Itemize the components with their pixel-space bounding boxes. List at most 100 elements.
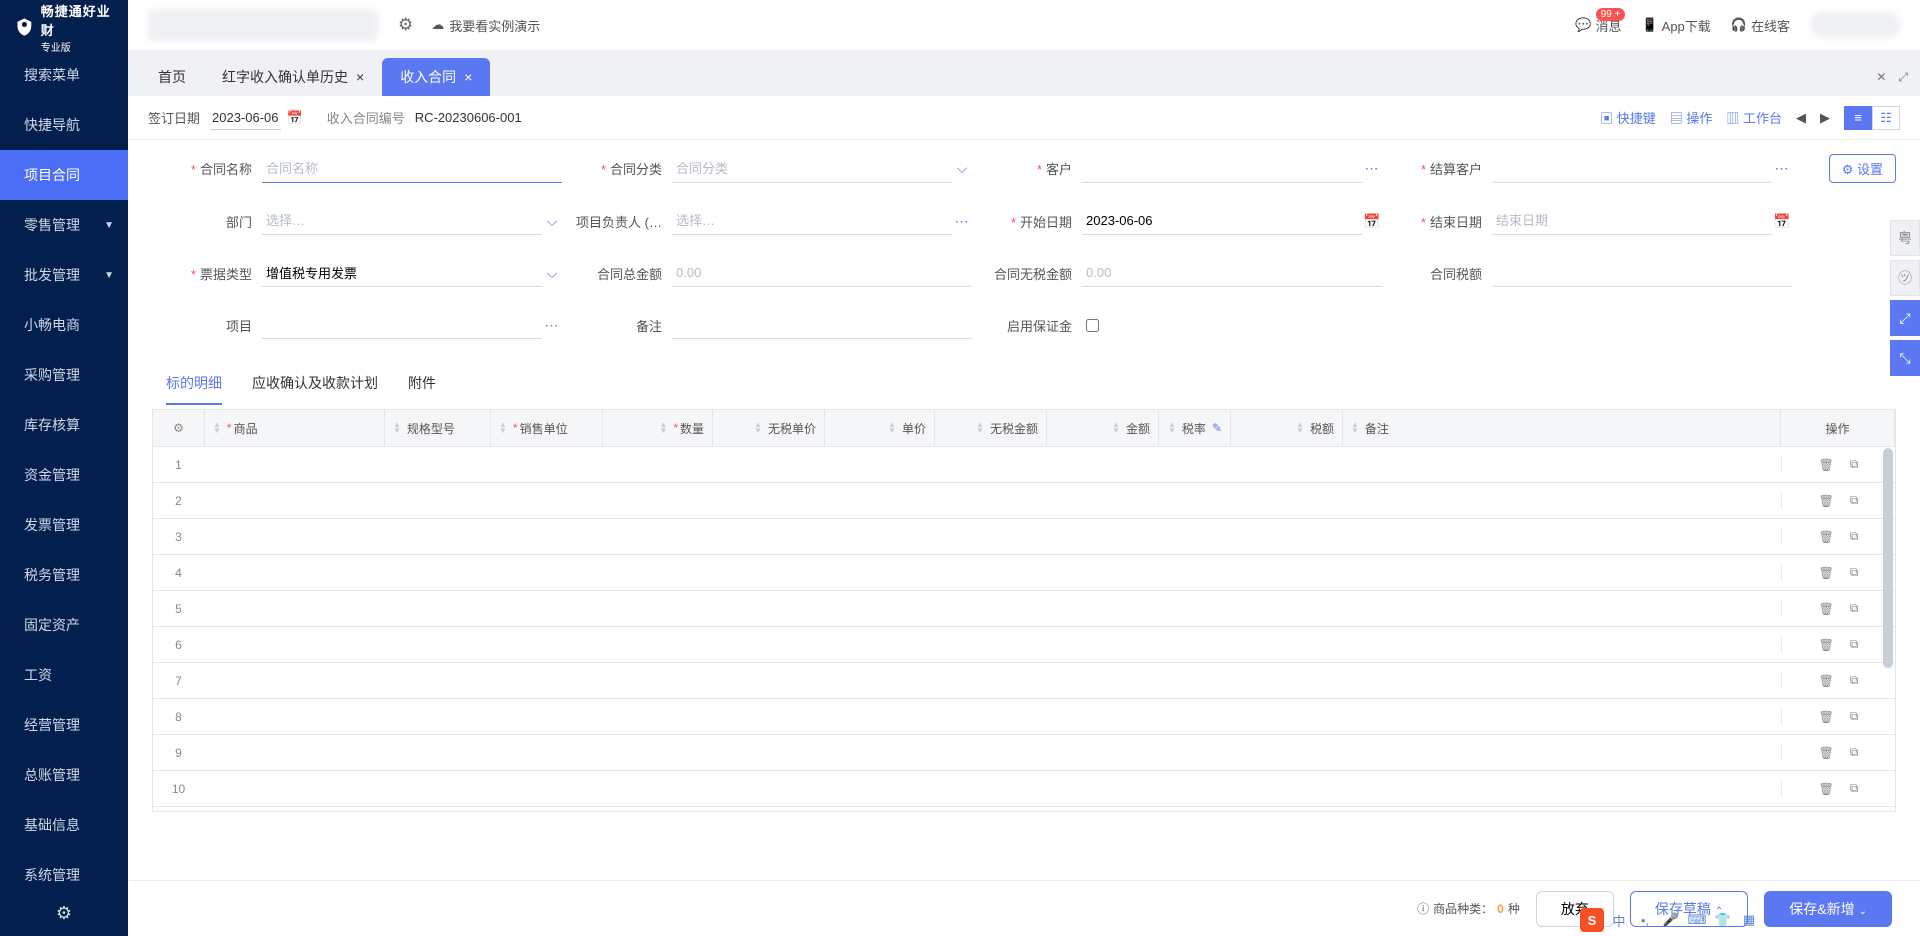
delete-icon[interactable]: 🗑 — [1819, 494, 1834, 508]
delete-icon[interactable]: 🗑 — [1819, 566, 1834, 580]
table-row[interactable]: 6🗑⧉ — [153, 626, 1895, 662]
total-input[interactable] — [672, 259, 972, 287]
workbench-button[interactable]: ▥ 工作台 — [1726, 108, 1782, 127]
table-row[interactable]: 11🗑⧉ — [153, 806, 1895, 811]
table-row[interactable]: 7🗑⧉ — [153, 662, 1895, 698]
sidebar-item-7[interactable]: 库存核算 — [0, 400, 128, 450]
tab-close-all[interactable]: ✕ — [1876, 70, 1886, 84]
sidebar-item-8[interactable]: 资金管理 — [0, 450, 128, 500]
delete-icon[interactable]: 🗑 — [1819, 458, 1834, 472]
sidebar-item-1[interactable]: 快捷导航 — [0, 100, 128, 150]
copy-icon[interactable]: ⧉ — [1850, 745, 1859, 760]
invoice-type-select[interactable] — [262, 259, 542, 287]
contract-name-input[interactable] — [262, 155, 562, 183]
view-list-button[interactable]: ≡ — [1844, 106, 1872, 130]
sidebar-item-2[interactable]: 项目合同 — [0, 150, 128, 200]
sidebar-item-13[interactable]: 经营管理 — [0, 700, 128, 750]
ime-icon[interactable]: ⌨ — [1686, 909, 1708, 931]
delete-icon[interactable]: 🗑 — [1819, 710, 1834, 724]
end-date-input[interactable] — [1492, 207, 1772, 235]
sidebar-item-5[interactable]: 小畅电商 — [0, 300, 128, 350]
tab-2[interactable]: 收入合同× — [382, 58, 490, 96]
delete-icon[interactable]: 🗑 — [1819, 602, 1834, 616]
delete-icon[interactable]: 🗑 — [1819, 674, 1834, 688]
contract-category-select[interactable] — [672, 155, 952, 183]
table-row[interactable]: 10🗑⧉ — [153, 770, 1895, 806]
tab-close-icon[interactable]: × — [464, 69, 472, 85]
calendar-icon[interactable]: 📅 — [287, 110, 303, 126]
sidebar-item-16[interactable]: 系统管理 — [0, 850, 128, 891]
sidebar-item-11[interactable]: 固定资产 — [0, 600, 128, 650]
delete-icon[interactable]: 🗑 — [1819, 638, 1834, 652]
org-selector[interactable] — [148, 9, 378, 41]
shortcut-button[interactable]: ▣ 快捷键 — [1600, 108, 1656, 127]
chevron-down-icon[interactable]: ⌵ — [542, 265, 562, 282]
detail-tab-1[interactable]: 应收确认及收款计划 — [252, 373, 378, 405]
save-new-button[interactable]: 保存&新增⌄ — [1764, 891, 1892, 927]
demo-link[interactable]: ☁ 我要看实例演示 — [431, 16, 540, 35]
tab-fullscreen[interactable]: ⤢ — [1898, 70, 1908, 85]
sidebar-item-0[interactable]: 搜索菜单 — [0, 50, 128, 100]
copy-icon[interactable]: ⧉ — [1850, 529, 1859, 544]
calendar-icon[interactable]: 📅 — [1772, 213, 1792, 230]
dept-select[interactable] — [262, 207, 542, 235]
chevron-down-icon[interactable]: ⌵ — [952, 160, 972, 177]
calendar-icon[interactable]: 📅 — [1362, 213, 1382, 230]
ime-icon[interactable]: ▦ — [1738, 909, 1760, 931]
sidebar-item-4[interactable]: 批发管理▼ — [0, 250, 128, 300]
operate-button[interactable]: ▤ 操作 — [1670, 108, 1713, 127]
more-icon[interactable]: ⋯ — [952, 213, 972, 230]
more-icon[interactable]: ⋯ — [1772, 160, 1792, 177]
grid-gear-icon[interactable]: ⚙ — [153, 410, 205, 446]
service-button[interactable]: 🎧 在线客 — [1731, 16, 1790, 35]
table-row[interactable]: 1🗑⧉ — [153, 446, 1895, 482]
copy-icon[interactable]: ⧉ — [1850, 457, 1859, 472]
table-row[interactable]: 8🗑⧉ — [153, 698, 1895, 734]
copy-icon[interactable]: ⧉ — [1850, 781, 1859, 796]
delete-icon[interactable]: 🗑 — [1819, 782, 1834, 796]
settings-icon[interactable]: ⚙ — [56, 903, 72, 923]
delete-icon[interactable]: 🗑 — [1819, 746, 1834, 760]
rail-btn-1[interactable]: 粤 — [1890, 220, 1920, 256]
table-row[interactable]: 9🗑⧉ — [153, 734, 1895, 770]
deposit-checkbox[interactable] — [1086, 319, 1099, 332]
remark-input[interactable] — [672, 311, 972, 339]
manager-input[interactable] — [672, 207, 952, 235]
sidebar-item-10[interactable]: 税务管理 — [0, 550, 128, 600]
messages-button[interactable]: 💬 消息 99 + — [1575, 16, 1621, 35]
table-row[interactable]: 2🗑⧉ — [153, 482, 1895, 518]
copy-icon[interactable]: ⧉ — [1850, 493, 1859, 508]
copy-icon[interactable]: ⧉ — [1850, 601, 1859, 616]
copy-icon[interactable]: ⧉ — [1850, 709, 1859, 724]
detail-tab-0[interactable]: 标的明细 — [166, 373, 222, 405]
ime-icon[interactable]: 👕 — [1712, 909, 1734, 931]
start-date-input[interactable] — [1082, 207, 1362, 235]
view-grid-button[interactable]: ☷ — [1872, 106, 1900, 130]
copy-icon[interactable]: ⧉ — [1850, 565, 1859, 580]
sidebar-item-14[interactable]: 总账管理 — [0, 750, 128, 800]
sidebar-item-3[interactable]: 零售管理▼ — [0, 200, 128, 250]
more-icon[interactable]: ⋯ — [1362, 160, 1382, 177]
more-icon[interactable]: ⋯ — [542, 317, 562, 334]
nav-next[interactable]: ▶ — [1820, 110, 1830, 126]
nav-prev[interactable]: ◀ — [1796, 110, 1806, 126]
delete-icon[interactable]: 🗑 — [1819, 530, 1834, 544]
rail-btn-3[interactable]: ⤢ — [1890, 300, 1920, 336]
settings-icon[interactable]: ⚙ — [398, 15, 413, 35]
settings-button[interactable]: ⚙ 设置 — [1829, 154, 1896, 183]
tax-amount-input[interactable] — [1492, 259, 1792, 287]
settle-customer-input[interactable] — [1492, 155, 1772, 183]
table-row[interactable]: 4🗑⧉ — [153, 554, 1895, 590]
sign-date-value[interactable]: 2023-06-06 — [210, 106, 281, 130]
edit-icon[interactable]: ✎ — [1212, 421, 1222, 435]
app-download-button[interactable]: 📱 App下载 — [1641, 16, 1710, 35]
project-input[interactable] — [262, 311, 542, 339]
scrollbar-thumb[interactable] — [1883, 448, 1893, 668]
rail-btn-2[interactable]: ㋡ — [1890, 260, 1920, 296]
tab-0[interactable]: 首页 — [140, 58, 204, 96]
sidebar-item-15[interactable]: 基础信息 — [0, 800, 128, 850]
table-row[interactable]: 3🗑⧉ — [153, 518, 1895, 554]
customer-input[interactable] — [1082, 155, 1362, 183]
sidebar-item-9[interactable]: 发票管理 — [0, 500, 128, 550]
detail-tab-2[interactable]: 附件 — [408, 373, 436, 405]
